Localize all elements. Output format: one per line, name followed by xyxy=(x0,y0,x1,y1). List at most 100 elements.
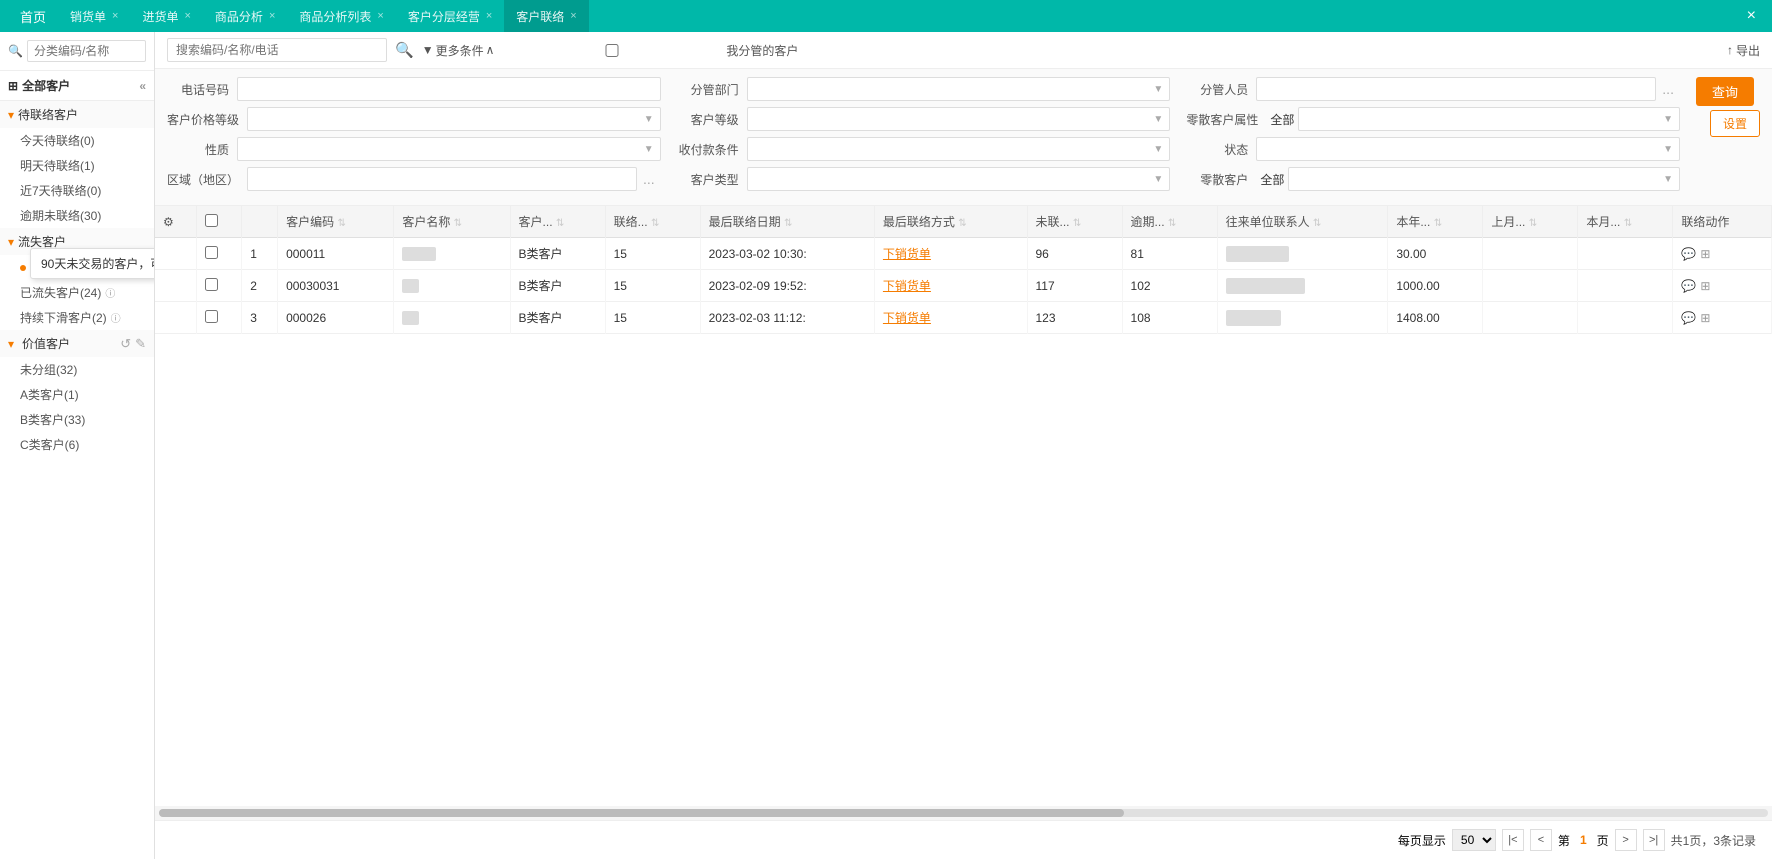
sidebar-item-declining[interactable]: 持续下滑客户(2) ⓘ xyxy=(0,305,154,330)
close-analysis-icon[interactable]: × xyxy=(269,10,275,22)
sidebar-search-input[interactable] xyxy=(27,40,146,62)
row2-last-way[interactable]: 下销货单 xyxy=(874,270,1027,302)
row1-action-chat-icon[interactable]: 💬 xyxy=(1681,247,1696,261)
query-button[interactable]: 查询 xyxy=(1696,77,1754,106)
sidebar-collapse-icon[interactable]: « xyxy=(139,79,146,93)
page-last-button[interactable]: >| xyxy=(1643,829,1665,851)
nav-tab-sales[interactable]: 销货单 × xyxy=(58,0,130,32)
row3-checkbox[interactable] xyxy=(196,302,241,334)
scroll-thumb[interactable] xyxy=(159,809,1124,817)
nav-tab-purchase[interactable]: 进货单 × xyxy=(130,0,202,32)
col-this-month[interactable]: 本月... ⇅ xyxy=(1578,206,1673,238)
row1-action[interactable]: 💬 ⊞ xyxy=(1673,238,1772,270)
manager-input[interactable] xyxy=(1256,77,1656,101)
row3-select-checkbox[interactable] xyxy=(205,310,218,323)
sidebar-item-overdue-pending[interactable]: 逾期未联络(30) xyxy=(0,203,154,228)
col-overdue[interactable]: 逾期... ⇅ xyxy=(1122,206,1217,238)
col-contact[interactable]: 联络... ⇅ xyxy=(605,206,700,238)
page-next-button[interactable]: > xyxy=(1615,829,1637,851)
row3-action[interactable]: 💬 ⊞ xyxy=(1673,302,1772,334)
customer-tier-select[interactable]: ▼ xyxy=(747,107,1171,131)
price-tier-select[interactable]: ▼ xyxy=(247,107,661,131)
col-unit-contact[interactable]: 往来单位联系人 ⇅ xyxy=(1217,206,1388,238)
page-prev-button[interactable]: < xyxy=(1530,829,1552,851)
col-uncontacted[interactable]: 未联... ⇅ xyxy=(1027,206,1122,238)
row1-checkbox[interactable] xyxy=(196,238,241,270)
page-first-button[interactable]: |< xyxy=(1502,829,1524,851)
payment-select[interactable]: ▼ xyxy=(747,137,1171,161)
row3-action-more-icon[interactable]: ⊞ xyxy=(1700,311,1710,325)
horizontal-scrollbar[interactable] xyxy=(155,806,1772,820)
export-button[interactable]: ↑ 导出 xyxy=(1727,42,1760,59)
close-sales-icon[interactable]: × xyxy=(112,10,118,22)
row2-checkbox[interactable] xyxy=(196,270,241,302)
sidebar-item-tomorrow-pending[interactable]: 明天待联络(1) xyxy=(0,153,154,178)
zero-customer-select[interactable]: ▼ xyxy=(1288,167,1680,191)
row1-last-way-link[interactable]: 下销货单 xyxy=(883,247,931,261)
value-edit-icon[interactable]: ✎ xyxy=(135,336,146,352)
customer-type-select[interactable]: ▼ xyxy=(747,167,1171,191)
close-purchase-icon[interactable]: × xyxy=(184,10,190,22)
row1-select-checkbox[interactable] xyxy=(205,246,218,259)
my-customers-checkbox-label[interactable]: 我分管的客户 xyxy=(502,42,798,59)
more-conditions-button[interactable]: ▼ 更多条件 ∧ xyxy=(422,42,495,59)
sidebar-all-customers-header[interactable]: ⊞ 全部客户 « xyxy=(0,71,154,101)
sidebar-item-today-pending[interactable]: 今天待联络(0) xyxy=(0,128,154,153)
row3-last-way[interactable]: 下销货单 xyxy=(874,302,1027,334)
col-last-month[interactable]: 上月... ⇅ xyxy=(1483,206,1578,238)
manager-more-icon[interactable]: ... xyxy=(1656,81,1680,97)
nav-tab-customer-tier[interactable]: 客户分层经营 × xyxy=(396,0,504,32)
col-this-year[interactable]: 本年... ⇅ xyxy=(1388,206,1483,238)
sidebar-item-class-c[interactable]: C类客户(6) xyxy=(0,432,154,457)
col-type[interactable]: 客户... ⇅ xyxy=(510,206,605,238)
row2-action-more-icon[interactable]: ⊞ xyxy=(1700,279,1710,293)
row2-last-way-link[interactable]: 下销货单 xyxy=(883,279,931,293)
region-input[interactable] xyxy=(247,167,637,191)
sidebar-group-churn[interactable]: ▾ 流失客户 90天未交易的客户，可能有流失风险。 xyxy=(0,228,154,255)
row1-last-way[interactable]: 下销货单 xyxy=(874,238,1027,270)
gender-select[interactable]: ▼ xyxy=(237,137,661,161)
dept-select[interactable]: ▼ xyxy=(747,77,1171,101)
sidebar-item-already-churn[interactable]: 已流失客户(24) ⓘ xyxy=(0,280,154,305)
row3-action-chat-icon[interactable]: 💬 xyxy=(1681,311,1696,325)
nav-tab-analysis[interactable]: 商品分析 × xyxy=(203,0,287,32)
col-last-contact-way[interactable]: 最后联络方式 ⇅ xyxy=(874,206,1027,238)
row2-select-checkbox[interactable] xyxy=(205,278,218,291)
row2-action-chat-icon[interactable]: 💬 xyxy=(1681,279,1696,293)
search-input[interactable] xyxy=(167,38,387,62)
nav-home[interactable]: 首页 xyxy=(8,7,58,26)
row2-code: 00030031 xyxy=(278,270,394,302)
col-last-contact-date[interactable]: 最后联络日期 ⇅ xyxy=(700,206,874,238)
row3-last-way-link[interactable]: 下销货单 xyxy=(883,311,931,325)
col-settings[interactable]: ⚙ xyxy=(155,206,196,238)
status-select[interactable]: ▼ xyxy=(1256,137,1680,161)
region-more-icon[interactable]: ... xyxy=(637,171,661,187)
nav-tab-customer-contact[interactable]: 客户联络 × xyxy=(504,0,588,32)
zero-attr-select[interactable]: ▼ xyxy=(1298,107,1680,131)
sidebar-item-ungrouped[interactable]: 未分组(32) xyxy=(0,357,154,382)
settings-button[interactable]: 设置 xyxy=(1710,110,1760,137)
sidebar-item-class-b[interactable]: B类客户(33) xyxy=(0,407,154,432)
sidebar-group-value[interactable]: ▾ 价值客户 ↺ ✎ xyxy=(0,330,154,357)
sidebar-item-week-pending[interactable]: 近7天待联络(0) xyxy=(0,178,154,203)
search-button[interactable]: 🔍 xyxy=(395,41,414,59)
value-refresh-icon[interactable]: ↺ xyxy=(120,336,131,352)
row1-type: B类客户 xyxy=(510,238,605,270)
my-customers-checkbox[interactable] xyxy=(502,44,722,57)
col-checkbox[interactable] xyxy=(196,206,241,238)
row2-action[interactable]: 💬 ⊞ xyxy=(1673,270,1772,302)
select-all-checkbox[interactable] xyxy=(205,214,218,227)
close-analysis-list-icon[interactable]: × xyxy=(377,10,383,22)
close-customer-tier-icon[interactable]: × xyxy=(486,10,492,22)
phone-input[interactable] xyxy=(237,77,661,101)
per-page-select[interactable]: 50 xyxy=(1452,829,1496,851)
nav-tab-analysis-list[interactable]: 商品分析列表 × xyxy=(287,0,395,32)
close-customer-contact-icon[interactable]: × xyxy=(570,10,576,22)
sidebar-group-pending[interactable]: ▾ 待联络客户 xyxy=(0,101,154,128)
col-name[interactable]: 客户名称 ⇅ xyxy=(394,206,510,238)
row1-action-more-icon[interactable]: ⊞ xyxy=(1700,247,1710,261)
scroll-track[interactable] xyxy=(159,809,1768,817)
col-code[interactable]: 客户编码 ⇅ xyxy=(278,206,394,238)
sidebar-item-class-a[interactable]: A类客户(1) xyxy=(0,382,154,407)
window-close-button[interactable]: × xyxy=(1739,7,1764,25)
